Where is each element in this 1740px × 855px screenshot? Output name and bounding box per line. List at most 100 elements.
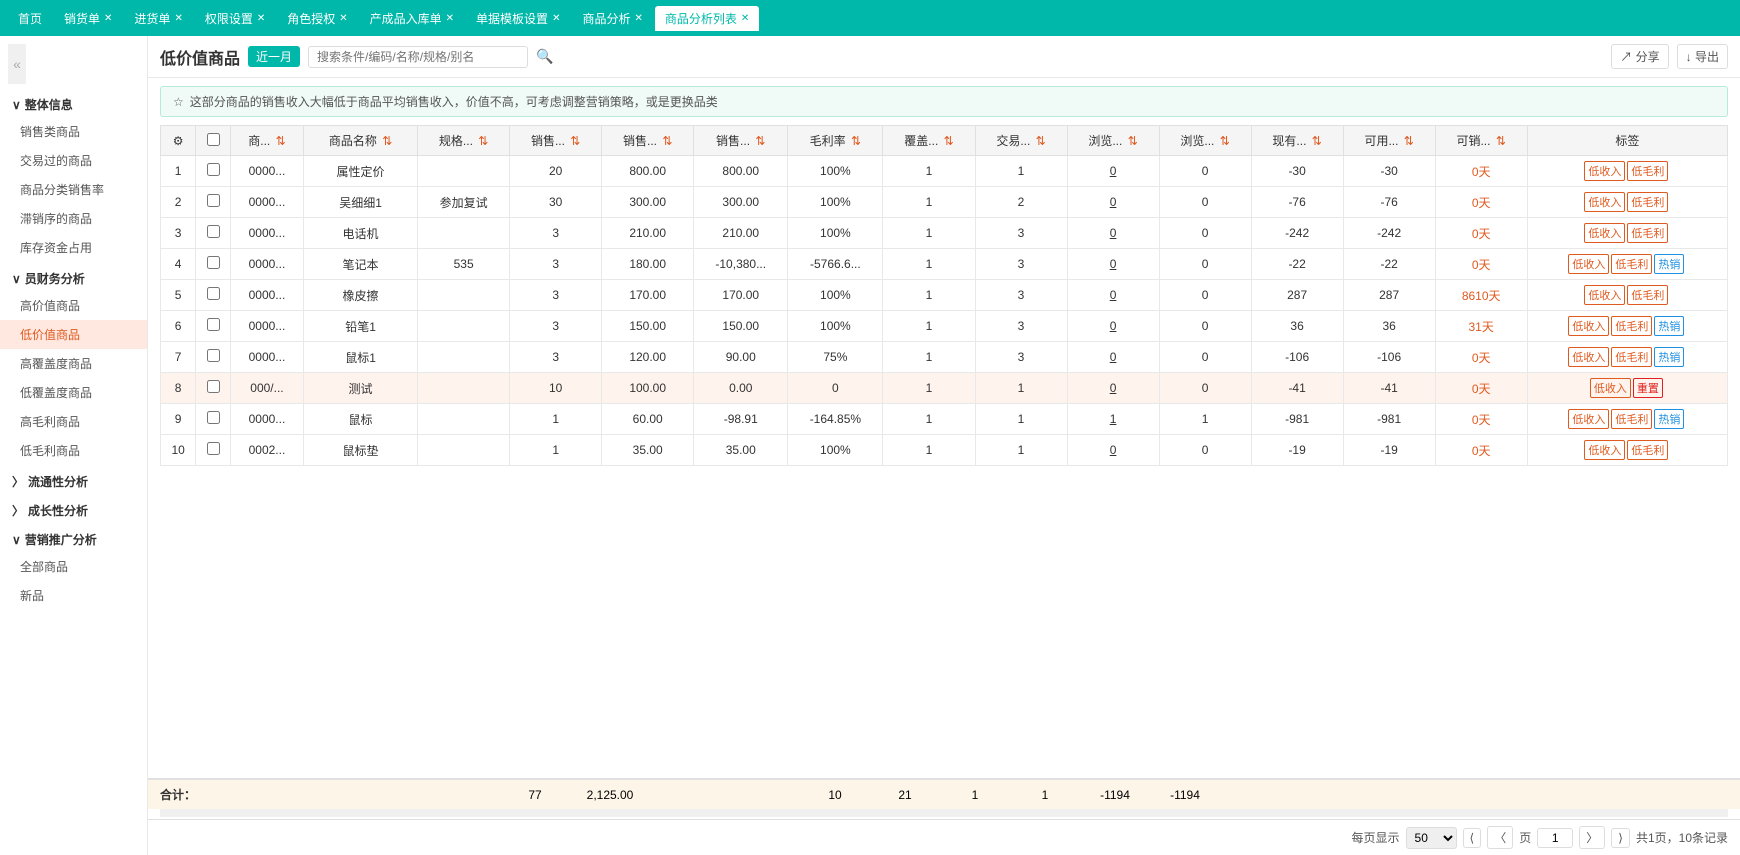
sidebar-group-growth[interactable]: 〉 成长性分析: [0, 494, 147, 523]
row-checkbox[interactable]: [207, 411, 220, 424]
browse-link[interactable]: 0: [1110, 443, 1117, 457]
sidebar-group-finance[interactable]: ∨ 员财务分析: [0, 262, 147, 291]
cell-browse1[interactable]: 0: [1067, 373, 1159, 404]
sidebar-item-inventory-capital[interactable]: 库存资金占用: [0, 233, 147, 262]
close-icon[interactable]: ✕: [552, 13, 560, 24]
sidebar-item-high-coverage[interactable]: 高覆盖度商品: [0, 349, 147, 378]
browse-link[interactable]: 0: [1110, 164, 1117, 178]
cell-checkbox[interactable]: [196, 280, 231, 311]
nav-template[interactable]: 单据模板设置 ✕: [466, 6, 570, 31]
th-coverage[interactable]: 覆盖... ⇅: [883, 126, 975, 156]
filter-recent-month-button[interactable]: 近一月: [248, 46, 300, 67]
close-icon[interactable]: ✕: [339, 13, 347, 24]
sidebar-group-marketing[interactable]: ∨ 营销推广分析: [0, 523, 147, 552]
browse-link[interactable]: 0: [1110, 319, 1117, 333]
th-margin[interactable]: 毛利率 ⇅: [788, 126, 883, 156]
nav-product-analysis-list[interactable]: 商品分析列表 ✕: [655, 6, 759, 31]
th-trade[interactable]: 交易... ⇅: [975, 126, 1067, 156]
nav-home[interactable]: 首页: [8, 6, 52, 31]
cell-checkbox[interactable]: [196, 218, 231, 249]
row-checkbox[interactable]: [207, 256, 220, 269]
cell-browse1[interactable]: 0: [1067, 280, 1159, 311]
browse-link[interactable]: 0: [1110, 288, 1117, 302]
th-stock[interactable]: 现有... ⇅: [1251, 126, 1343, 156]
close-icon[interactable]: ✕: [634, 13, 642, 24]
cell-checkbox[interactable]: [196, 342, 231, 373]
search-input[interactable]: [308, 46, 528, 68]
nav-product-in[interactable]: 产成品入库单 ✕: [360, 6, 464, 31]
cell-checkbox[interactable]: [196, 187, 231, 218]
cell-checkbox[interactable]: [196, 435, 231, 466]
th-qty[interactable]: 销售... ⇅: [510, 126, 602, 156]
sidebar-collapse-button[interactable]: «: [8, 44, 26, 84]
first-page-button[interactable]: ⟨: [1463, 828, 1482, 848]
sidebar-item-new-products[interactable]: 新品: [0, 581, 147, 610]
close-icon[interactable]: ✕: [257, 13, 265, 24]
th-avail[interactable]: 可用... ⇅: [1343, 126, 1435, 156]
sidebar-item-high-value[interactable]: 高价值商品: [0, 291, 147, 320]
th-browse2[interactable]: 浏览... ⇅: [1159, 126, 1251, 156]
cell-checkbox[interactable]: [196, 249, 231, 280]
close-icon[interactable]: ✕: [104, 13, 112, 24]
row-checkbox[interactable]: [207, 163, 220, 176]
cell-browse1[interactable]: 0: [1067, 311, 1159, 342]
nav-product-analysis[interactable]: 商品分析 ✕: [572, 6, 652, 31]
row-checkbox[interactable]: [207, 287, 220, 300]
sidebar-group-liquidity[interactable]: 〉 流通性分析: [0, 465, 147, 494]
sidebar-item-high-margin[interactable]: 高毛利商品: [0, 407, 147, 436]
prev-page-button[interactable]: 〈: [1487, 826, 1513, 849]
sidebar-item-low-coverage[interactable]: 低覆盖度商品: [0, 378, 147, 407]
search-button[interactable]: 🔍: [536, 48, 553, 65]
sidebar-item-slow-products[interactable]: 滞销序的商品: [0, 204, 147, 233]
browse-link[interactable]: 0: [1110, 257, 1117, 271]
sidebar-item-sales-products[interactable]: 销售类商品: [0, 117, 147, 146]
nav-permission[interactable]: 权限设置 ✕: [195, 6, 275, 31]
nav-role[interactable]: 角色授权 ✕: [277, 6, 357, 31]
th-name[interactable]: 商品名称 ⇅: [304, 126, 418, 156]
horizontal-scrollbar[interactable]: [160, 809, 1728, 817]
cell-browse1[interactable]: 0: [1067, 156, 1159, 187]
cell-browse1[interactable]: 0: [1067, 342, 1159, 373]
th-sellable[interactable]: 可销... ⇅: [1435, 126, 1527, 156]
nav-purchase[interactable]: 进货单 ✕: [124, 6, 192, 31]
browse-link[interactable]: 0: [1110, 226, 1117, 240]
nav-sales[interactable]: 销货单 ✕: [54, 6, 122, 31]
th-spec[interactable]: 规格... ⇅: [418, 126, 510, 156]
cell-checkbox[interactable]: [196, 156, 231, 187]
sidebar-group-overall[interactable]: ∨ 整体信息: [0, 88, 147, 117]
cell-checkbox[interactable]: [196, 404, 231, 435]
th-sales1[interactable]: 销售... ⇅: [602, 126, 694, 156]
cell-browse1[interactable]: 0: [1067, 187, 1159, 218]
th-checkbox[interactable]: [196, 126, 231, 156]
close-icon[interactable]: ✕: [446, 13, 454, 24]
sidebar-item-all-products[interactable]: 全部商品: [0, 552, 147, 581]
th-browse1[interactable]: 浏览... ⇅: [1067, 126, 1159, 156]
th-sales2[interactable]: 销售... ⇅: [694, 126, 788, 156]
cell-browse1[interactable]: 0: [1067, 435, 1159, 466]
browse-link[interactable]: 0: [1110, 381, 1117, 395]
export-button[interactable]: ↓ 导出: [1677, 44, 1728, 69]
sidebar-item-low-margin[interactable]: 低毛利商品: [0, 436, 147, 465]
table-wrapper[interactable]: ⚙ 商... ⇅ 商品名称 ⇅ 规格... ⇅ 销售... ⇅ 销售... ⇅ …: [148, 125, 1740, 778]
page-size-select[interactable]: 50 10 20 100: [1406, 827, 1457, 849]
row-checkbox[interactable]: [207, 318, 220, 331]
next-page-button[interactable]: 〉: [1579, 826, 1605, 849]
page-number-input[interactable]: [1537, 828, 1573, 848]
th-settings[interactable]: ⚙: [161, 126, 196, 156]
cell-browse1[interactable]: 0: [1067, 249, 1159, 280]
row-checkbox[interactable]: [207, 225, 220, 238]
browse-link[interactable]: 1: [1110, 412, 1117, 426]
row-checkbox[interactable]: [207, 194, 220, 207]
cell-browse1[interactable]: 1: [1067, 404, 1159, 435]
last-page-button[interactable]: ⟩: [1611, 828, 1630, 848]
th-code[interactable]: 商... ⇅: [230, 126, 303, 156]
cell-checkbox[interactable]: [196, 311, 231, 342]
close-icon[interactable]: ✕: [174, 13, 182, 24]
row-checkbox[interactable]: [207, 380, 220, 393]
select-all-checkbox[interactable]: [207, 133, 220, 146]
row-checkbox[interactable]: [207, 349, 220, 362]
sidebar-item-category-rate[interactable]: 商品分类销售率: [0, 175, 147, 204]
sidebar-item-low-value[interactable]: 低价值商品: [0, 320, 147, 349]
close-icon[interactable]: ✕: [741, 13, 749, 24]
cell-browse1[interactable]: 0: [1067, 218, 1159, 249]
